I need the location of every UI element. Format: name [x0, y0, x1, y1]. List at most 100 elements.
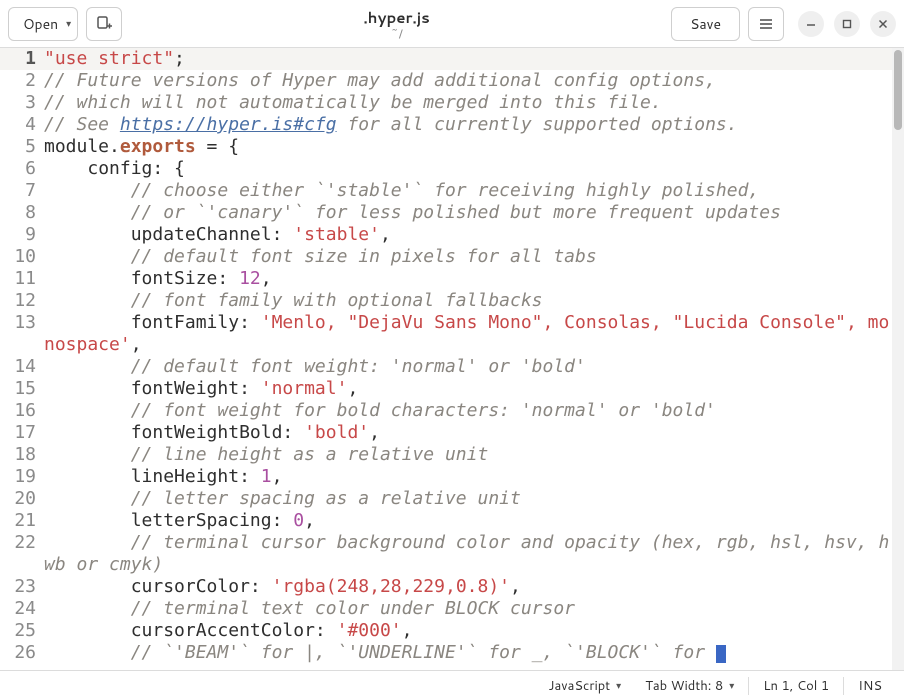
separator: [748, 677, 749, 695]
line-content[interactable]: // default font size in pixels for all t…: [42, 246, 892, 268]
code-line[interactable]: 4// See https://hyper.is#cfg for all cur…: [0, 114, 892, 136]
code-line[interactable]: 11 fontSize: 12,: [0, 268, 892, 290]
line-number: 13: [0, 312, 42, 356]
code-line[interactable]: 17 fontWeightBold: 'bold',: [0, 422, 892, 444]
line-number: 1: [0, 48, 42, 70]
line-content[interactable]: lineHeight: 1,: [42, 466, 892, 488]
line-content[interactable]: config: {: [42, 158, 892, 180]
cursor-position[interactable]: Ln 1, Col 1: [751, 677, 841, 695]
line-number: 26: [0, 642, 42, 664]
chevron-down-icon: ▾: [66, 17, 71, 31]
tab-width-selector[interactable]: Tab Width: 8 ▾: [633, 677, 746, 695]
line-content[interactable]: // See https://hyper.is#cfg for all curr…: [42, 114, 892, 136]
line-content[interactable]: "use strict";: [42, 48, 892, 70]
line-content[interactable]: // font weight for bold characters: 'nor…: [42, 400, 892, 422]
language-selector[interactable]: JavaScript ▾: [536, 677, 633, 695]
code-line[interactable]: 8 // or `'canary'` for less polished but…: [0, 202, 892, 224]
separator: [843, 677, 844, 695]
line-number: 12: [0, 290, 42, 312]
line-content[interactable]: fontSize: 12,: [42, 268, 892, 290]
minimize-button[interactable]: [798, 11, 824, 37]
code-line[interactable]: 19 lineHeight: 1,: [0, 466, 892, 488]
line-content[interactable]: // terminal text color under BLOCK curso…: [42, 598, 892, 620]
line-content[interactable]: cursorColor: 'rgba(248,28,229,0.8)',: [42, 576, 892, 598]
line-content[interactable]: // Future versions of Hyper may add addi…: [42, 70, 892, 92]
line-content[interactable]: // default font weight: 'normal' or 'bol…: [42, 356, 892, 378]
line-number: 14: [0, 356, 42, 378]
document-path: ~/: [390, 28, 402, 40]
line-number: 6: [0, 158, 42, 180]
close-icon: [877, 18, 889, 30]
code-line[interactable]: 23 cursorColor: 'rgba(248,28,229,0.8)',: [0, 576, 892, 598]
line-number: 15: [0, 378, 42, 400]
line-content[interactable]: fontWeightBold: 'bold',: [42, 422, 892, 444]
code-line[interactable]: 10 // default font size in pixels for al…: [0, 246, 892, 268]
code-line[interactable]: 13 fontFamily: 'Menlo, "DejaVu Sans Mono…: [0, 312, 892, 356]
line-number: 9: [0, 224, 42, 246]
code-line[interactable]: 5module.exports = {: [0, 136, 892, 158]
open-button-label: Open: [23, 14, 58, 34]
code-line[interactable]: 18 // line height as a relative unit: [0, 444, 892, 466]
line-content[interactable]: updateChannel: 'stable',: [42, 224, 892, 246]
code-line[interactable]: 2// Future versions of Hyper may add add…: [0, 70, 892, 92]
code-line[interactable]: 7 // choose either `'stable'` for receiv…: [0, 180, 892, 202]
line-number: 4: [0, 114, 42, 136]
new-tab-button[interactable]: [86, 7, 122, 41]
new-document-icon: [95, 15, 113, 33]
code-line[interactable]: 20 // letter spacing as a relative unit: [0, 488, 892, 510]
save-button[interactable]: Save: [671, 7, 740, 41]
code-line[interactable]: 21 letterSpacing: 0,: [0, 510, 892, 532]
tab-width-label: Tab Width: 8: [645, 677, 723, 695]
open-button[interactable]: Open ▾: [8, 7, 78, 41]
line-number: 17: [0, 422, 42, 444]
text-cursor: [716, 645, 726, 663]
hamburger-menu-button[interactable]: [748, 7, 784, 41]
line-number: 8: [0, 202, 42, 224]
code-line[interactable]: 22 // terminal cursor background color a…: [0, 532, 892, 576]
line-number: 21: [0, 510, 42, 532]
line-content[interactable]: module.exports = {: [42, 136, 892, 158]
code-line[interactable]: 25 cursorAccentColor: '#000',: [0, 620, 892, 642]
code-line[interactable]: 12 // font family with optional fallback…: [0, 290, 892, 312]
chevron-down-icon: ▾: [729, 679, 734, 693]
code-line[interactable]: 6 config: {: [0, 158, 892, 180]
line-content[interactable]: letterSpacing: 0,: [42, 510, 892, 532]
line-content[interactable]: // `'BEAM'` for |, `'UNDERLINE'` for _, …: [42, 642, 892, 664]
line-content[interactable]: fontWeight: 'normal',: [42, 378, 892, 400]
editor-area[interactable]: 1"use strict";2// Future versions of Hyp…: [0, 48, 904, 670]
scrollbar-thumb[interactable]: [894, 50, 902, 130]
code-line[interactable]: 15 fontWeight: 'normal',: [0, 378, 892, 400]
line-content[interactable]: fontFamily: 'Menlo, "DejaVu Sans Mono", …: [42, 312, 892, 356]
code-line[interactable]: 26 // `'BEAM'` for |, `'UNDERLINE'` for …: [0, 642, 892, 664]
code-line[interactable]: 16 // font weight for bold characters: '…: [0, 400, 892, 422]
insert-mode[interactable]: INS: [846, 677, 894, 695]
code-line[interactable]: 1"use strict";: [0, 48, 892, 70]
minimize-icon: [805, 18, 817, 30]
maximize-icon: [841, 18, 853, 30]
line-number: 11: [0, 268, 42, 290]
line-content[interactable]: // or `'canary'` for less polished but m…: [42, 202, 892, 224]
code-lines[interactable]: 1"use strict";2// Future versions of Hyp…: [0, 48, 892, 670]
line-content[interactable]: // which will not automatically be merge…: [42, 92, 892, 114]
line-content[interactable]: // letter spacing as a relative unit: [42, 488, 892, 510]
line-content[interactable]: // terminal cursor background color and …: [42, 532, 892, 576]
insert-mode-label: INS: [858, 677, 882, 695]
code-line[interactable]: 9 updateChannel: 'stable',: [0, 224, 892, 246]
vertical-scrollbar[interactable]: [892, 48, 904, 670]
code-line[interactable]: 14 // default font weight: 'normal' or '…: [0, 356, 892, 378]
line-number: 3: [0, 92, 42, 114]
line-content[interactable]: // line height as a relative unit: [42, 444, 892, 466]
line-number: 25: [0, 620, 42, 642]
chevron-down-icon: ▾: [616, 679, 621, 693]
code-line[interactable]: 3// which will not automatically be merg…: [0, 92, 892, 114]
line-content[interactable]: // choose either `'stable'` for receivin…: [42, 180, 892, 202]
cursor-position-label: Ln 1, Col 1: [763, 677, 829, 695]
maximize-button[interactable]: [834, 11, 860, 37]
line-content[interactable]: // font family with optional fallbacks: [42, 290, 892, 312]
line-number: 20: [0, 488, 42, 510]
line-content[interactable]: cursorAccentColor: '#000',: [42, 620, 892, 642]
app-window: Open ▾ .hyper.js ~/ Save: [0, 0, 904, 700]
code-line[interactable]: 24 // terminal text color under BLOCK cu…: [0, 598, 892, 620]
line-number: 23: [0, 576, 42, 598]
close-button[interactable]: [870, 11, 896, 37]
